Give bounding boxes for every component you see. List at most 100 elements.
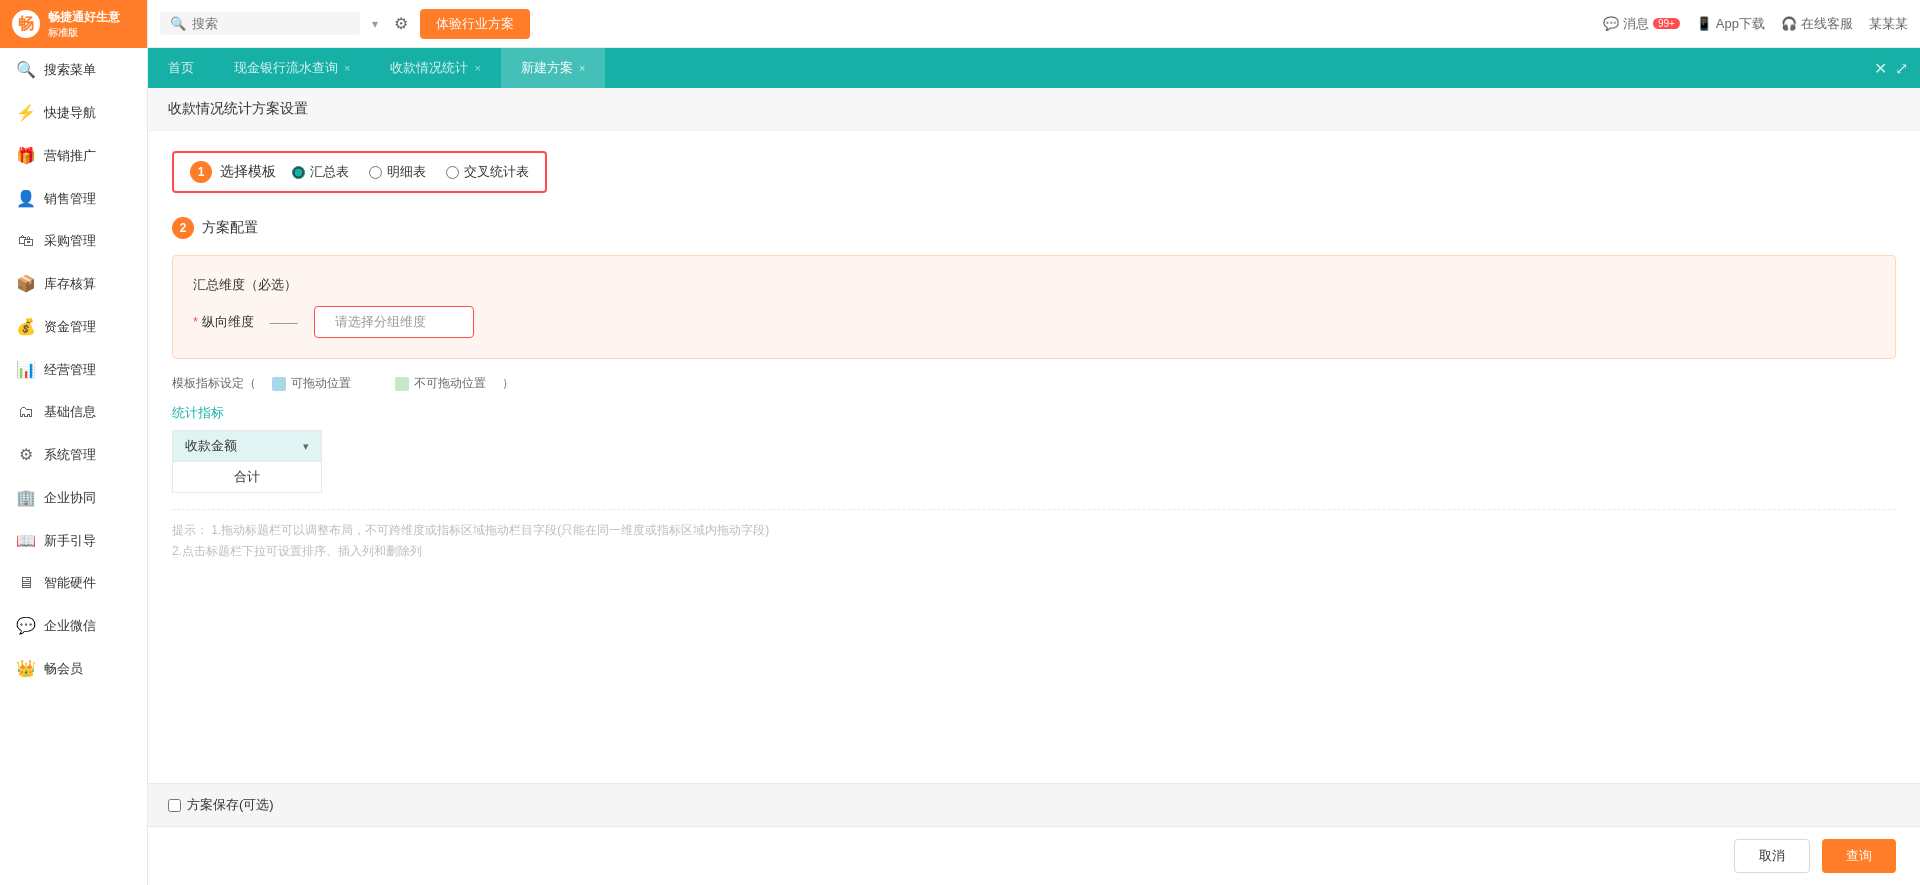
tab-collection[interactable]: 收款情况统计 ×: [370, 48, 500, 88]
tab-new-plan-label: 新建方案: [521, 59, 573, 77]
sidebar-item-label: 系统管理: [44, 446, 96, 464]
topbar-chevron-icon[interactable]: ▾: [372, 17, 378, 31]
radio-summary-input[interactable]: [292, 166, 305, 179]
sidebar-item-label: 畅会员: [44, 660, 83, 678]
tip-line-2: 2.点击标题栏下拉可设置排序、插入列和删除列: [172, 543, 1896, 560]
tab-home[interactable]: 首页: [148, 48, 214, 88]
legend-fixed-label: 不可拖动位置: [414, 375, 486, 392]
enterprise-icon: 🏢: [16, 488, 36, 507]
footer-save-checkbox[interactable]: 方案保存(可选): [168, 796, 274, 814]
page-header: 收款情况统计方案设置: [148, 88, 1920, 131]
footer-save-input[interactable]: [168, 799, 181, 812]
app-label: App下载: [1716, 15, 1765, 33]
system-icon: ⚙: [16, 445, 36, 464]
topbar-search-box[interactable]: 🔍: [160, 12, 360, 35]
dimension-row-label: * 纵向维度: [193, 313, 254, 331]
radio-cross-input[interactable]: [446, 166, 459, 179]
section2-title: 方案配置: [202, 219, 258, 237]
logo-badge: 标准版: [48, 26, 120, 40]
message-badge: 99+: [1653, 18, 1680, 29]
sidebar-item-label: 搜索菜单: [44, 61, 96, 79]
dimension-required: *: [193, 314, 198, 329]
sidebar-item-label: 经营管理: [44, 361, 96, 379]
radio-cross[interactable]: 交叉统计表: [446, 163, 529, 181]
sidebar-item-finance[interactable]: 💰 资金管理: [0, 305, 147, 348]
radio-detail-input[interactable]: [369, 166, 382, 179]
message-icon: 💬: [1603, 16, 1619, 31]
dimension-area: 汇总维度（必选） * 纵向维度 —— 请选择分组维度: [172, 255, 1896, 359]
query-button[interactable]: 查询: [1822, 839, 1896, 873]
content-area: 收款情况统计方案设置 1 选择模板 汇总表: [148, 88, 1920, 826]
tab-bank-label: 现金银行流水查询: [234, 59, 338, 77]
marketing-icon: 🎁: [16, 146, 36, 165]
topbar-app[interactable]: 📱 App下载: [1696, 15, 1765, 33]
sidebar-item-quick-nav[interactable]: ⚡ 快捷导航: [0, 91, 147, 134]
tab-bank[interactable]: 现金银行流水查询 ×: [214, 48, 370, 88]
hardware-icon: 🖥: [16, 574, 36, 592]
sidebar-item-newbie[interactable]: 📖 新手引导: [0, 519, 147, 562]
sidebar-item-inventory[interactable]: 📦 库存核算: [0, 262, 147, 305]
radio-summary[interactable]: 汇总表: [292, 163, 349, 181]
indicator-col-name: 收款金额: [185, 437, 237, 455]
topbar-service[interactable]: 🎧 在线客服: [1781, 15, 1853, 33]
member-icon: 👑: [16, 659, 36, 678]
legend-separator: [367, 375, 379, 392]
sidebar-item-sales[interactable]: 👤 销售管理: [0, 177, 147, 220]
tip-line-1: 提示： 1.拖动标题栏可以调整布局，不可跨维度或指标区域拖动栏目字段(只能在同一…: [172, 522, 1896, 539]
indicators-section: 模板指标设定（ 可拖动位置 不可拖动位置 ） 统计指标: [172, 375, 1896, 493]
radio-cross-label: 交叉统计表: [464, 163, 529, 181]
topbar-gear-icon[interactable]: ⚙: [394, 14, 408, 33]
tab-collection-label: 收款情况统计: [390, 59, 468, 77]
tab-actions: ✕ ⤢: [1862, 48, 1920, 88]
indicator-chevron-icon[interactable]: ▾: [303, 440, 309, 453]
sidebar-item-marketing[interactable]: 🎁 营销推广: [0, 134, 147, 177]
search-input[interactable]: [192, 16, 332, 31]
sidebar-item-system[interactable]: ⚙ 系统管理: [0, 433, 147, 476]
section2-header: 2 方案配置: [172, 217, 1896, 239]
indicator-header[interactable]: 收款金额 ▾: [173, 431, 321, 461]
dimension-select-btn[interactable]: 请选择分组维度: [314, 306, 474, 338]
finance-icon: 💰: [16, 317, 36, 336]
cancel-button[interactable]: 取消: [1734, 839, 1810, 873]
fixed-dot: [395, 377, 409, 391]
tips-area: 提示： 1.拖动标题栏可以调整布局，不可跨维度或指标区域拖动栏目字段(只能在同一…: [172, 509, 1896, 576]
tab-bank-close[interactable]: ×: [344, 62, 350, 74]
tab-home-label: 首页: [168, 59, 194, 77]
tab-expand-btn[interactable]: ⤢: [1895, 59, 1908, 78]
section1-header: 1 选择模板: [190, 161, 276, 183]
industry-btn[interactable]: 体验行业方案: [420, 9, 530, 39]
purchase-icon: 🛍: [16, 232, 36, 250]
sidebar-item-hardware[interactable]: 🖥 智能硬件: [0, 562, 147, 604]
sidebar-item-purchase[interactable]: 🛍 采购管理: [0, 220, 147, 262]
sidebar-item-search-menu[interactable]: 🔍 搜索菜单: [0, 48, 147, 91]
bottom-bar: 取消 查询: [148, 826, 1920, 885]
service-icon: 🎧: [1781, 16, 1797, 31]
sales-icon: 👤: [16, 189, 36, 208]
sidebar-item-label: 资金管理: [44, 318, 96, 336]
sidebar-logo: 畅 畅捷通好生意 标准版: [0, 0, 147, 48]
sidebar-item-label: 企业协同: [44, 489, 96, 507]
legend-label: 模板指标设定（: [172, 375, 256, 392]
sidebar-item-label: 智能硬件: [44, 574, 96, 592]
tab-new-plan[interactable]: 新建方案 ×: [501, 48, 605, 88]
logo-icon: 畅: [12, 10, 40, 38]
sidebar-item-label: 营销推广: [44, 147, 96, 165]
legend-draggable-label: 可拖动位置: [291, 375, 351, 392]
sidebar-item-wechat[interactable]: 💬 企业微信: [0, 604, 147, 647]
section1-num: 1: [190, 161, 212, 183]
radio-detail[interactable]: 明细表: [369, 163, 426, 181]
tab-collection-close[interactable]: ×: [474, 62, 480, 74]
footer: 方案保存(可选): [148, 783, 1920, 826]
topbar-message[interactable]: 💬 消息 99+: [1603, 15, 1680, 33]
sidebar-item-basic[interactable]: 🗂 基础信息: [0, 391, 147, 433]
dimension-arrow-icon: ——: [270, 314, 298, 330]
sidebar-item-member[interactable]: 👑 畅会员: [0, 647, 147, 690]
sidebar-item-management[interactable]: 📊 经营管理: [0, 348, 147, 391]
topbar-user[interactable]: 某某某: [1869, 15, 1908, 33]
sidebar-item-enterprise[interactable]: 🏢 企业协同: [0, 476, 147, 519]
tab-new-plan-close[interactable]: ×: [579, 62, 585, 74]
newbie-icon: 📖: [16, 531, 36, 550]
radio-summary-label: 汇总表: [310, 163, 349, 181]
sidebar: 畅 畅捷通好生意 标准版 🔍 搜索菜单 ⚡ 快捷导航 🎁 营销推广 👤 销售管理…: [0, 0, 148, 885]
tab-close-btn[interactable]: ✕: [1874, 59, 1887, 78]
